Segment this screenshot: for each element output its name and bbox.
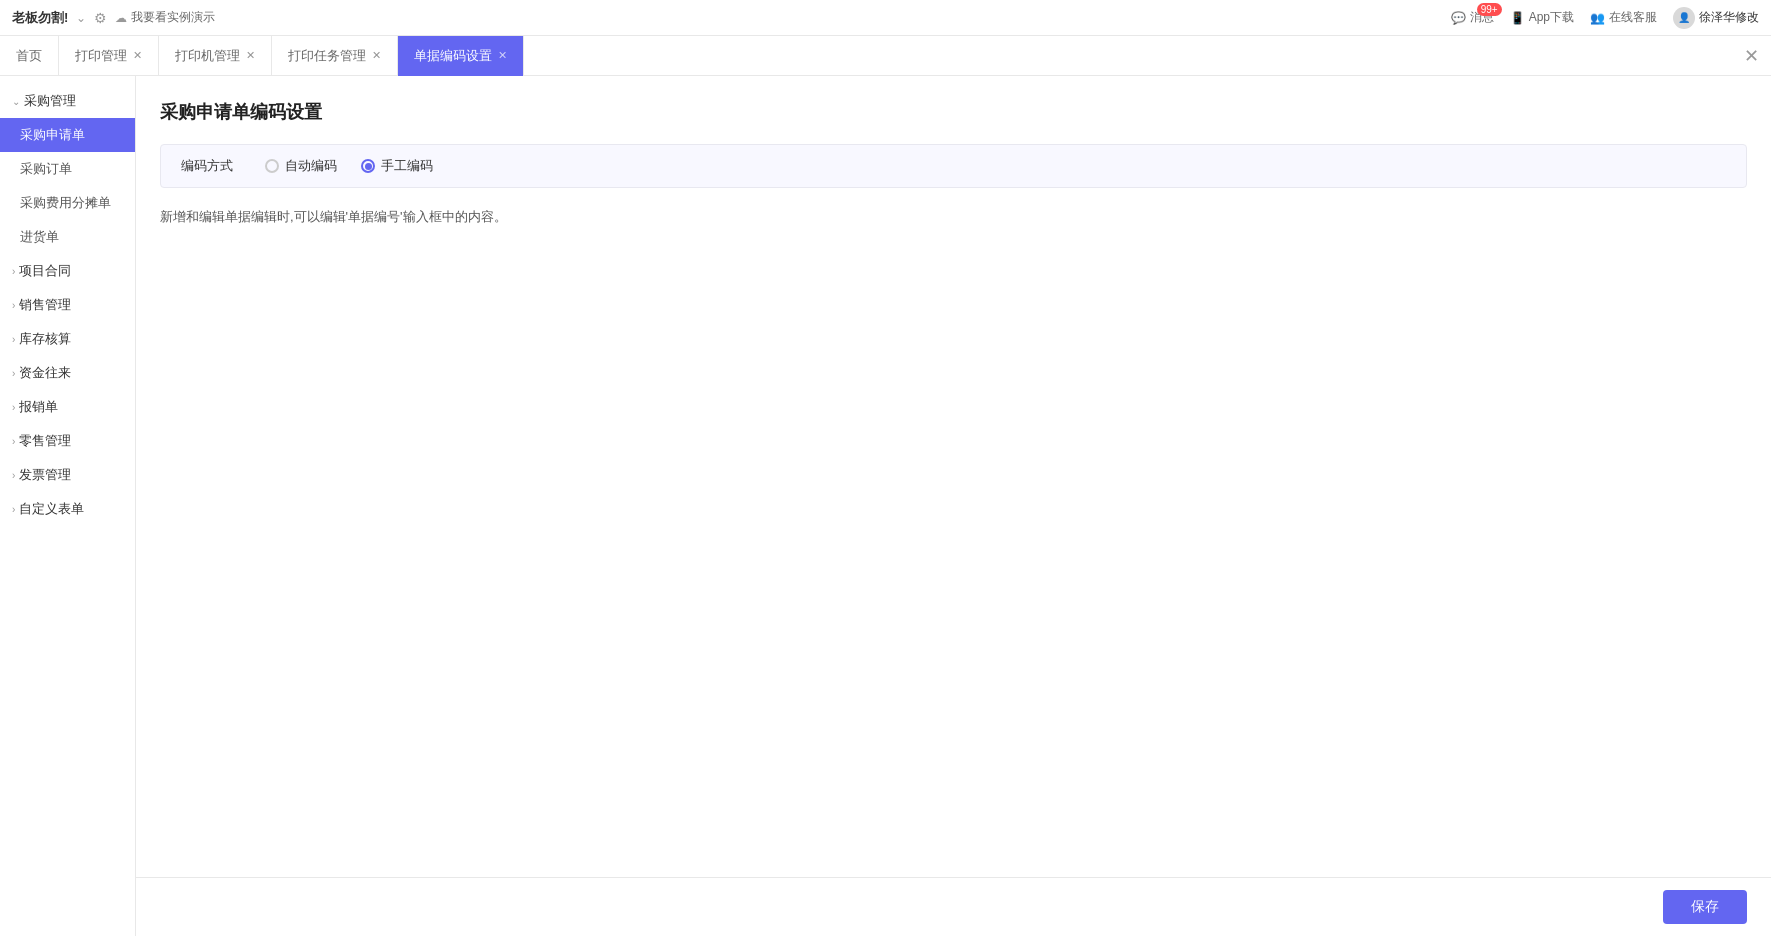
auto-code-label: 自动编码 <box>285 157 337 175</box>
user-menu[interactable]: 👤 徐泽华修改 <box>1673 7 1759 29</box>
tab-single-code[interactable]: 单据编码设置 ✕ <box>398 36 524 76</box>
sidebar-group-project-title[interactable]: › 项目合同 <box>0 254 135 288</box>
sidebar-group-inventory-title[interactable]: › 库存核算 <box>0 322 135 356</box>
top-bar-left: 老板勿割! ⌄ ⚙ ☁ 我要看实例演示 <box>12 9 215 27</box>
sidebar-group-retail-label: 零售管理 <box>19 432 71 450</box>
arrow-right-icon: › <box>12 504 15 515</box>
tab-home-label: 首页 <box>16 47 42 65</box>
sidebar-group-retail-title[interactable]: › 零售管理 <box>0 424 135 458</box>
arrow-right-icon: › <box>12 436 15 447</box>
sidebar-group-project: › 项目合同 <box>0 254 135 288</box>
sidebar-group-custom-label: 自定义表单 <box>19 500 84 518</box>
tab-print-task[interactable]: 打印任务管理 ✕ <box>272 36 398 76</box>
message-icon: 💬 <box>1451 11 1466 25</box>
app-icon: 📱 <box>1510 11 1525 25</box>
user-name: 徐泽华修改 <box>1699 9 1759 26</box>
sidebar-group-purchase: ⌄ 采购管理 采购申请单 采购订单 采购费用分摊单 进货单 <box>0 84 135 254</box>
manual-code-radio[interactable] <box>361 159 375 173</box>
sidebar-item-purchase-request[interactable]: 采购申请单 <box>0 118 135 152</box>
arrow-right-icon: › <box>12 300 15 311</box>
online-service-button[interactable]: 👥 在线客服 <box>1590 9 1657 26</box>
nav-arrows: ⌄ <box>76 11 86 25</box>
arrow-down-icon: ⌄ <box>12 96 20 107</box>
sidebar-group-capital: › 资金往来 <box>0 356 135 390</box>
top-bar: 老板勿割! ⌄ ⚙ ☁ 我要看实例演示 💬 消息 99+ 📱 App下载 👥 在… <box>0 0 1771 36</box>
sidebar-item-purchase-expense[interactable]: 采购费用分摊单 <box>0 186 135 220</box>
sidebar-group-retail: › 零售管理 <box>0 424 135 458</box>
sidebar-group-purchase-title[interactable]: ⌄ 采购管理 <box>0 84 135 118</box>
sidebar-item-purchase-expense-label: 采购费用分摊单 <box>20 195 111 210</box>
content-footer: 保存 <box>136 877 1771 936</box>
tab-single-code-close[interactable]: ✕ <box>498 49 507 62</box>
auto-code-radio[interactable] <box>265 159 279 173</box>
tab-print-mgmt[interactable]: 打印管理 ✕ <box>59 36 159 76</box>
gear-icon[interactable]: ⚙ <box>94 10 107 26</box>
sidebar-group-invoice-title[interactable]: › 发票管理 <box>0 458 135 492</box>
demo-text: 我要看实例演示 <box>131 9 215 26</box>
tab-print-task-close[interactable]: ✕ <box>372 49 381 62</box>
sidebar-group-returns: › 报销单 <box>0 390 135 424</box>
save-button[interactable]: 保存 <box>1663 890 1747 924</box>
app-label: App下载 <box>1529 9 1574 26</box>
manual-code-label: 手工编码 <box>381 157 433 175</box>
app-title: 老板勿割! <box>12 9 68 27</box>
sidebar-item-purchase-order[interactable]: 采购订单 <box>0 152 135 186</box>
top-bar-right: 💬 消息 99+ 📱 App下载 👥 在线客服 👤 徐泽华修改 <box>1451 7 1759 29</box>
sidebar-group-sales: › 销售管理 <box>0 288 135 322</box>
sidebar-group-inventory-label: 库存核算 <box>19 330 71 348</box>
sidebar-item-purchase-order-label: 采购订单 <box>20 161 72 176</box>
sidebar-group-returns-title[interactable]: › 报销单 <box>0 390 135 424</box>
sidebar-group-invoice: › 发票管理 <box>0 458 135 492</box>
manual-code-option[interactable]: 手工编码 <box>361 157 433 175</box>
tab-single-code-label: 单据编码设置 <box>414 47 492 65</box>
arrow-right-icon: › <box>12 266 15 277</box>
tab-print-mgmt-label: 打印管理 <box>75 47 127 65</box>
cloud-icon: ☁ <box>115 11 127 25</box>
service-label: 在线客服 <box>1609 9 1657 26</box>
sidebar-group-custom: › 自定义表单 <box>0 492 135 526</box>
arrow-right-icon: › <box>12 402 15 413</box>
encoding-label: 编码方式 <box>181 157 233 175</box>
auto-code-option[interactable]: 自动编码 <box>265 157 337 175</box>
avatar-icon: 👤 <box>1678 12 1690 23</box>
message-badge: 99+ <box>1477 3 1502 16</box>
sidebar-group-sales-title[interactable]: › 销售管理 <box>0 288 135 322</box>
sidebar-group-capital-title[interactable]: › 资金往来 <box>0 356 135 390</box>
sidebar-group-custom-title[interactable]: › 自定义表单 <box>0 492 135 526</box>
sidebar-item-purchase-request-label: 采购申请单 <box>20 127 85 142</box>
sidebar-group-returns-label: 报销单 <box>19 398 58 416</box>
avatar: 👤 <box>1673 7 1695 29</box>
app-download-button[interactable]: 📱 App下载 <box>1510 9 1574 26</box>
tab-home[interactable]: 首页 <box>0 36 59 76</box>
sidebar: ⌄ 采购管理 采购申请单 采购订单 采购费用分摊单 进货单 › 项目合同 <box>0 76 136 936</box>
message-button[interactable]: 💬 消息 99+ <box>1451 9 1494 26</box>
tab-print-task-label: 打印任务管理 <box>288 47 366 65</box>
sidebar-item-stock-in[interactable]: 进货单 <box>0 220 135 254</box>
arrow-right-icon: › <box>12 334 15 345</box>
sidebar-group-capital-label: 资金往来 <box>19 364 71 382</box>
sidebar-item-stock-in-label: 进货单 <box>20 229 59 244</box>
tab-bar: 首页 打印管理 ✕ 打印机管理 ✕ 打印任务管理 ✕ 单据编码设置 ✕ ✕ <box>0 36 1771 76</box>
hint-text: 新增和编辑单据编辑时,可以编辑'单据编号'输入框中的内容。 <box>160 208 1747 226</box>
encoding-section: 编码方式 自动编码 手工编码 <box>160 144 1747 188</box>
arrow-right-icon: › <box>12 368 15 379</box>
content-body: 采购申请单编码设置 编码方式 自动编码 手工编码 新增和编辑单据编辑时,可以编辑… <box>136 76 1771 877</box>
close-all-tabs[interactable]: ✕ <box>1732 36 1771 76</box>
arrow-right-icon: › <box>12 470 15 481</box>
service-icon: 👥 <box>1590 11 1605 25</box>
page-title: 采购申请单编码设置 <box>160 100 1747 124</box>
sidebar-group-purchase-label: 采购管理 <box>24 92 76 110</box>
tab-printer-mgmt[interactable]: 打印机管理 ✕ <box>159 36 272 76</box>
tab-printer-mgmt-label: 打印机管理 <box>175 47 240 65</box>
sidebar-group-inventory: › 库存核算 <box>0 322 135 356</box>
tab-printer-mgmt-close[interactable]: ✕ <box>246 49 255 62</box>
sidebar-group-invoice-label: 发票管理 <box>19 466 71 484</box>
sidebar-group-project-label: 项目合同 <box>19 262 71 280</box>
arrow-down-icon[interactable]: ⌄ <box>76 11 86 25</box>
tab-print-mgmt-close[interactable]: ✕ <box>133 49 142 62</box>
main-layout: ⌄ 采购管理 采购申请单 采购订单 采购费用分摊单 进货单 › 项目合同 <box>0 76 1771 936</box>
content-area: 采购申请单编码设置 编码方式 自动编码 手工编码 新增和编辑单据编辑时,可以编辑… <box>136 76 1771 936</box>
demo-link[interactable]: ☁ 我要看实例演示 <box>115 9 215 26</box>
sidebar-group-sales-label: 销售管理 <box>19 296 71 314</box>
